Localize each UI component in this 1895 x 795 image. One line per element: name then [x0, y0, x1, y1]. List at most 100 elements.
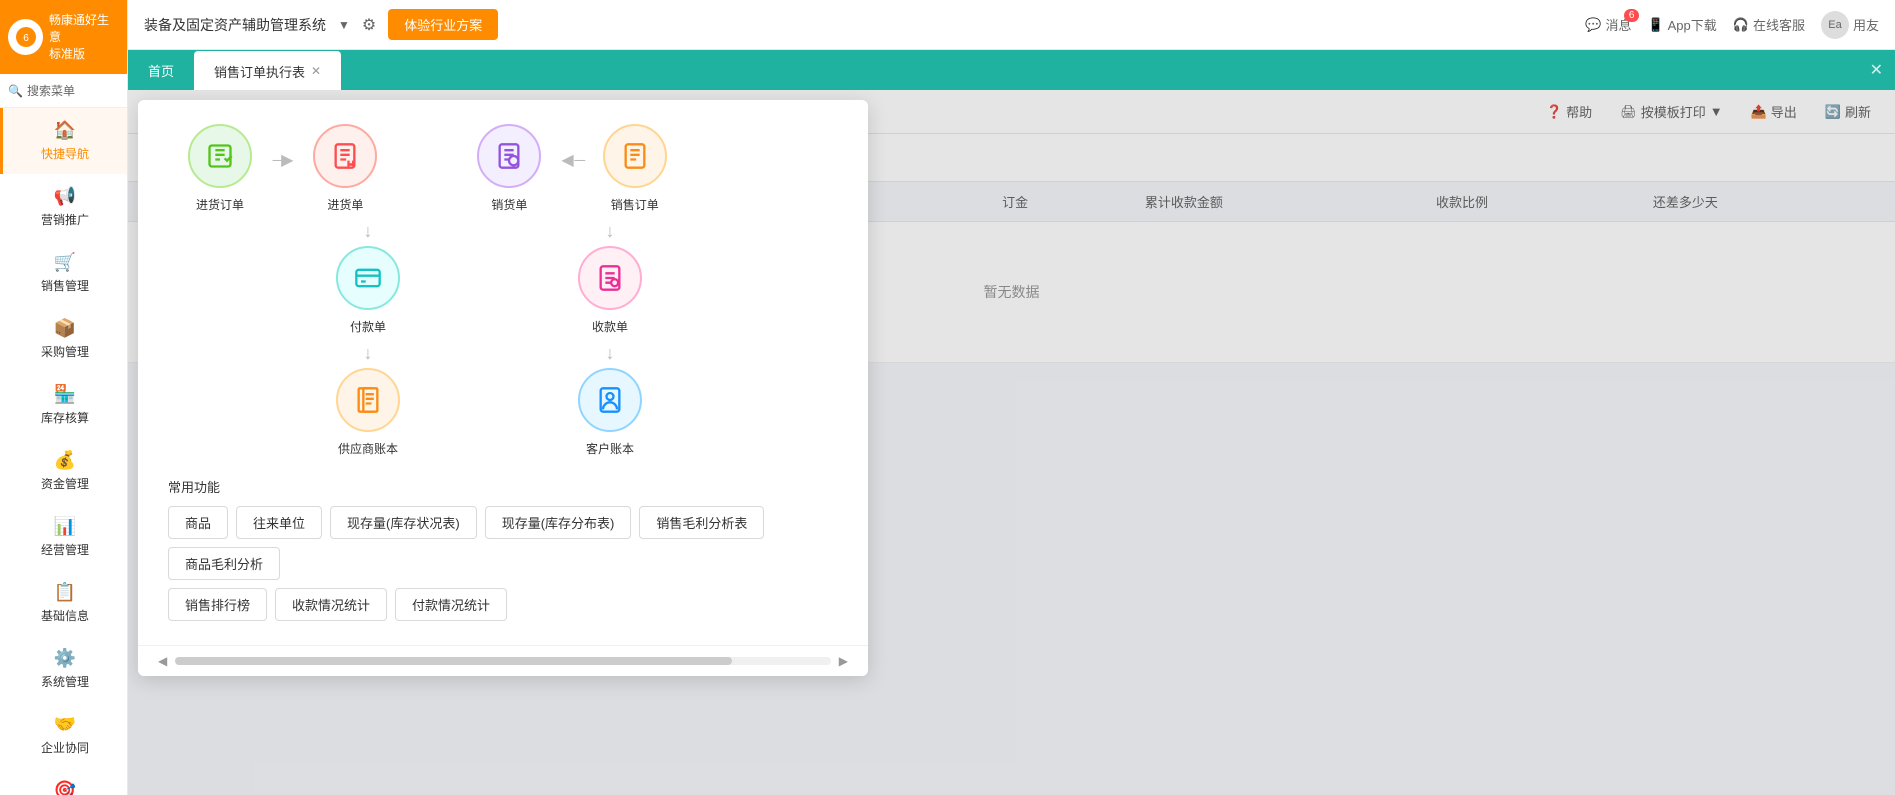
- avatar: Ea: [1821, 11, 1849, 39]
- col-supplier-ledger: ↓ 供应商账本: [316, 343, 420, 457]
- app-download-btn[interactable]: 📱 App下载: [1647, 15, 1716, 34]
- enterprise-icon: 🤝: [54, 714, 76, 735]
- sidebar-item-purchase[interactable]: 📦 采购管理: [0, 306, 127, 372]
- user-menu[interactable]: Ea 用友: [1821, 11, 1879, 39]
- operations-icon: 📊: [54, 516, 76, 537]
- system-dropdown[interactable]: ▼: [338, 18, 350, 32]
- common-btn-stock-dist[interactable]: 现存量(库存分布表): [485, 506, 632, 539]
- service-icon: 🎧: [1733, 17, 1749, 33]
- settings-icon[interactable]: ⚙: [362, 15, 376, 35]
- sidebar-item-marketing[interactable]: 📢 营销推广: [0, 174, 127, 240]
- sales-order-icon: [603, 124, 667, 188]
- newbie-icon: 🎯: [54, 780, 76, 795]
- common-functions-section: 常用功能 商品 往来单位 现存量(库存状况表) 现存量(库存分布表) 销售毛利分…: [168, 477, 838, 621]
- purchase-bill-icon: [313, 124, 377, 188]
- purchase-order-icon: [188, 124, 252, 188]
- sidebar-item-sales[interactable]: 🛒 销售管理: [0, 240, 127, 306]
- common-btn-product[interactable]: 商品: [168, 506, 228, 539]
- tab-sales-order-exec[interactable]: 销售订单执行表 ✕: [194, 51, 341, 91]
- scroll-track[interactable]: [175, 657, 831, 665]
- basic-info-icon: 📋: [54, 582, 76, 603]
- sidebar-item-basic-info[interactable]: 📋 基础信息: [0, 570, 127, 636]
- common-btn-sales-rank[interactable]: 销售排行榜: [168, 588, 267, 621]
- sidebar-item-operations[interactable]: 📊 经营管理: [0, 504, 127, 570]
- common-btn-partner[interactable]: 往来单位: [236, 506, 322, 539]
- tabbar: 首页 销售订单执行表 ✕ ✕: [128, 50, 1895, 90]
- system-icon: ⚙️: [54, 648, 76, 669]
- common-btn-product-gross[interactable]: 商品毛利分析: [168, 547, 280, 580]
- sidebar-nav: 🏠 快捷导航 📢 营销推广 🛒 销售管理 📦 采购管理 🏪 库存核算 💰: [0, 108, 127, 795]
- flow-node-supplier-ledger[interactable]: 供应商账本: [336, 368, 400, 457]
- purchase-icon: 📦: [54, 318, 76, 339]
- tab-home[interactable]: 首页: [128, 50, 194, 90]
- search-icon: 🔍: [8, 84, 23, 98]
- col-customer-ledger: ↓ 客户账本: [558, 343, 662, 457]
- col-receipt: ↓ 收款单: [558, 221, 662, 335]
- logo-text: 畅康通好生意 标准版: [49, 12, 119, 62]
- supplier-ledger-label: 供应商账本: [338, 440, 398, 457]
- sales-order-label: 销售订单: [611, 196, 659, 213]
- common-btn-payment-stats[interactable]: 付款情况统计: [395, 588, 507, 621]
- main-area: 装备及固定资产辅助管理系统 ▼ ⚙ 体验行业方案 💬 消息 6 📱 App下载 …: [128, 0, 1895, 795]
- payment-label: 付款单: [350, 318, 386, 335]
- down-arrow-customer: ↓: [606, 343, 615, 364]
- common-buttons-row2: 销售排行榜 收款情况统计 付款情况统计: [168, 588, 838, 621]
- finance-icon: 💰: [54, 450, 76, 471]
- purchase-order-label: 进货订单: [196, 196, 244, 213]
- tab-close-icon[interactable]: ✕: [311, 64, 321, 78]
- sidebar-item-finance[interactable]: 💰 资金管理: [0, 438, 127, 504]
- message-icon: 💬: [1585, 17, 1601, 33]
- flow-node-customer-ledger[interactable]: 客户账本: [578, 368, 642, 457]
- sales-bill-icon: [477, 124, 541, 188]
- content-area: ❓ 帮助 🖨 按模板打印 ▼ 📤 导出 🔄 刷新: [128, 90, 1895, 795]
- down-arrow-payment: ↓: [364, 221, 373, 242]
- flow-node-sales-order[interactable]: 销售订单: [603, 124, 667, 213]
- scroll-thumb: [175, 657, 732, 665]
- flow-node-purchase-bill[interactable]: 进货单: [313, 124, 377, 213]
- popup-panel: 进货订单 - - - - - ▶: [138, 100, 868, 676]
- customer-ledger-label: 客户账本: [586, 440, 634, 457]
- arrow-sales-order-to-bill: ◀ - - - - -: [561, 150, 582, 170]
- flow-diagram: 进货订单 - - - - - ▶: [168, 124, 838, 457]
- flow-node-receipt[interactable]: 收款单: [578, 246, 642, 335]
- common-btn-stock-status[interactable]: 现存量(库存状况表): [330, 506, 477, 539]
- flow-node-purchase-order[interactable]: 进货订单: [188, 124, 252, 213]
- supplier-ledger-icon: [336, 368, 400, 432]
- logo-icon: 6: [8, 19, 43, 55]
- down-arrow-receipt: ↓: [606, 221, 615, 242]
- purchase-bill-label: 进货单: [327, 196, 363, 213]
- sidebar-item-newbie[interactable]: 🎯 新手引导: [0, 768, 127, 795]
- flow-node-sales-bill[interactable]: 销货单: [477, 124, 541, 213]
- experience-btn[interactable]: 体验行业方案: [388, 9, 498, 40]
- home-icon: 🏠: [54, 120, 76, 141]
- sidebar-item-enterprise[interactable]: 🤝 企业协同: [0, 702, 127, 768]
- sidebar-item-system[interactable]: ⚙️ 系统管理: [0, 636, 127, 702]
- col-payment: ↓ 付款单: [316, 221, 420, 335]
- topbar-right: 💬 消息 6 📱 App下载 🎧 在线客服 Ea 用友: [1585, 11, 1879, 39]
- message-btn[interactable]: 💬 消息 6: [1585, 15, 1631, 34]
- common-btn-sales-gross[interactable]: 销售毛利分析表: [639, 506, 764, 539]
- popup-scrollbar-area: ◀ ▶: [138, 645, 868, 676]
- scroll-right-btn[interactable]: ▶: [835, 650, 852, 672]
- system-title: 装备及固定资产辅助管理系统: [144, 15, 326, 35]
- popup-overlay: 进货订单 - - - - - ▶: [128, 90, 1895, 795]
- scroll-left-btn[interactable]: ◀: [154, 650, 171, 672]
- down-arrow-supplier: ↓: [364, 343, 373, 364]
- sidebar-item-inventory[interactable]: 🏪 库存核算: [0, 372, 127, 438]
- tabbar-close-btn[interactable]: ✕: [1870, 60, 1883, 80]
- inventory-icon: 🏪: [54, 384, 76, 405]
- common-btn-receipt-stats[interactable]: 收款情况统计: [275, 588, 387, 621]
- message-badge: 6: [1624, 9, 1640, 22]
- payment-icon: [336, 246, 400, 310]
- sidebar-item-quick-nav[interactable]: 🏠 快捷导航: [0, 108, 127, 174]
- online-service-btn[interactable]: 🎧 在线客服: [1733, 15, 1805, 34]
- sidebar-search[interactable]: 🔍 搜索菜单: [0, 74, 127, 108]
- sales-bill-label: 销货单: [491, 196, 527, 213]
- flow-node-payment[interactable]: 付款单: [336, 246, 400, 335]
- sidebar-logo[interactable]: 6 畅康通好生意 标准版: [0, 0, 127, 74]
- marketing-icon: 📢: [54, 186, 76, 207]
- sales-icon: 🛒: [54, 252, 76, 273]
- common-buttons-row1: 商品 往来单位 现存量(库存状况表) 现存量(库存分布表) 销售毛利分析表 商品…: [168, 506, 838, 580]
- common-title: 常用功能: [168, 477, 838, 496]
- topbar: 装备及固定资产辅助管理系统 ▼ ⚙ 体验行业方案 💬 消息 6 📱 App下载 …: [128, 0, 1895, 50]
